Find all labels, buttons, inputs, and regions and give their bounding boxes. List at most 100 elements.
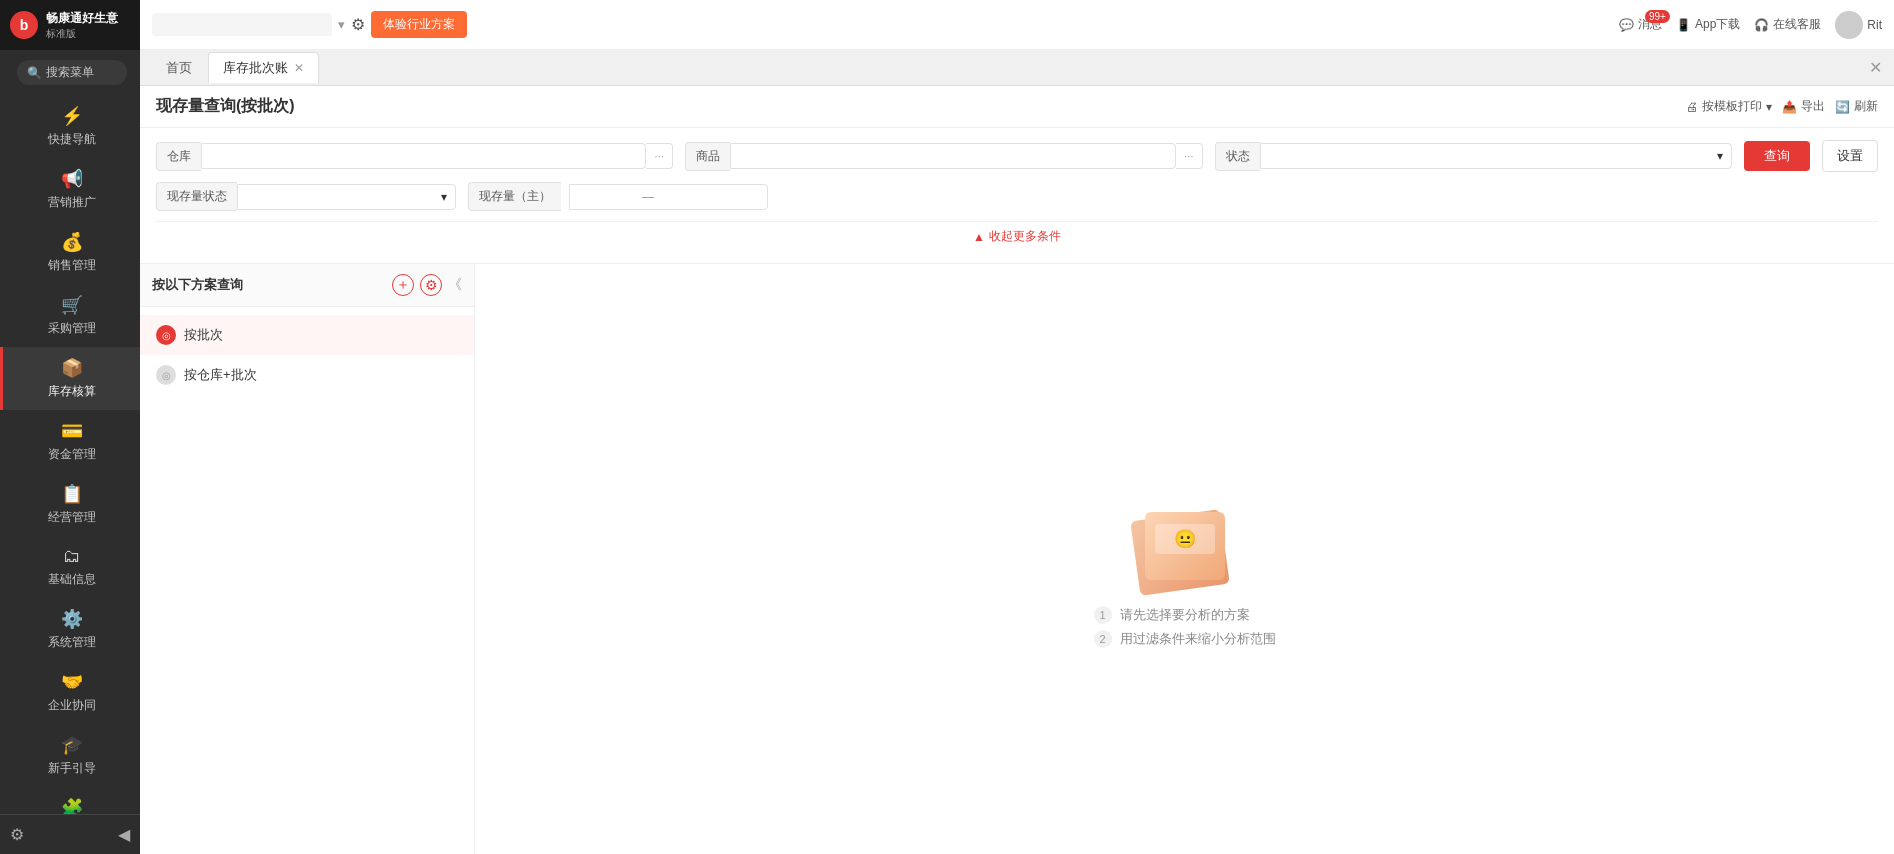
settings-button[interactable]: 设置 xyxy=(1822,140,1878,172)
topbar: ▾ ⚙ 体验行业方案 💬 消息 99+ 📱 App下载 🎧 在线客服 Rit xyxy=(140,0,1894,50)
sidebar-label-marketing: 营销推广 xyxy=(48,194,96,211)
sidebar-label-newguide: 新手引导 xyxy=(48,760,96,777)
sidebar-search[interactable]: 🔍 搜索菜单 xyxy=(0,50,140,95)
scheme-dot-warehouse-batch: ◎ xyxy=(156,365,176,385)
sidebar-item-enterprise[interactable]: 🤝 企业协同 xyxy=(0,661,140,724)
export-btn[interactable]: 📤 导出 xyxy=(1782,98,1825,115)
sidebar-item-sales[interactable]: 💰 销售管理 xyxy=(0,221,140,284)
warehouse-more-btn[interactable]: ··· xyxy=(646,143,673,169)
scheme-settings-btn[interactable]: ⚙ xyxy=(420,274,442,296)
product-filter-group: 商品 ··· xyxy=(685,142,1202,171)
filter-row-1: 仓库 ··· 商品 ··· xyxy=(156,140,1878,172)
sidebar-item-marketing[interactable]: 📢 营销推广 xyxy=(0,158,140,221)
topbar-search-text xyxy=(162,17,206,32)
export-icon: 📤 xyxy=(1782,100,1797,114)
qty-from-input[interactable] xyxy=(578,190,638,204)
product-label-text: 商品 xyxy=(696,148,720,165)
sidebar-item-system[interactable]: ⚙️ 系统管理 xyxy=(0,598,140,661)
sidebar-item-finance[interactable]: 💳 资金管理 xyxy=(0,410,140,473)
warehouse-label: 仓库 xyxy=(156,142,201,171)
collapse-label: 收起更多条件 xyxy=(989,228,1061,245)
system-icon: ⚙️ xyxy=(61,608,83,630)
print-btn[interactable]: 🖨 按模板打印 ▾ xyxy=(1686,98,1772,115)
warehouse-label-text: 仓库 xyxy=(167,148,191,165)
scheme-panel: 按以下方案查询 ＋ ⚙ 《 ◎ 按批次 ◎ xyxy=(140,264,475,854)
app-download-group[interactable]: 📱 App下载 xyxy=(1676,16,1740,33)
online-service-group[interactable]: 🎧 在线客服 xyxy=(1754,16,1821,33)
qty-input[interactable]: — xyxy=(569,184,768,210)
status-select[interactable]: ▾ xyxy=(1260,143,1732,169)
add-scheme-btn[interactable]: ＋ xyxy=(392,274,414,296)
status-label: 状态 xyxy=(1215,142,1260,171)
topbar-search-area[interactable] xyxy=(152,13,332,36)
sidebar-label-enterprise: 企业协同 xyxy=(48,697,96,714)
filter-area: 仓库 ··· 商品 ··· xyxy=(140,128,1894,264)
stock-status-label-text: 现存量状态 xyxy=(167,188,227,205)
collapse-filter-btn[interactable]: ▲ 收起更多条件 xyxy=(156,221,1878,251)
sidebar-item-shortcut[interactable]: ⚡ 快捷导航 xyxy=(0,95,140,158)
scheme-item-batch[interactable]: ◎ 按批次 xyxy=(140,315,474,355)
sidebar-item-newguide[interactable]: 🎓 新手引导 xyxy=(0,724,140,787)
sidebar-item-purchase[interactable]: 🛒 采购管理 xyxy=(0,284,140,347)
tab-inventory-batch[interactable]: 库存批次账 ✕ xyxy=(208,52,319,83)
collapse-icon: ▲ xyxy=(973,230,985,244)
product-input[interactable] xyxy=(730,143,1175,169)
main-wrapper: ▾ ⚙ 体验行业方案 💬 消息 99+ 📱 App下载 🎧 在线客服 Rit xyxy=(140,0,1894,854)
footer-settings-icon[interactable]: ⚙ xyxy=(10,825,24,844)
sidebar-label-purchase: 采购管理 xyxy=(48,320,96,337)
printer-icon: 🖨 xyxy=(1686,100,1698,114)
topbar-right: 💬 消息 99+ 📱 App下载 🎧 在线客服 Rit xyxy=(1619,11,1882,39)
warehouse-input[interactable] xyxy=(201,143,646,169)
content-area: 现存量查询(按批次) 🖨 按模板打印 ▾ 📤 导出 🔄 刷新 xyxy=(140,86,1894,854)
stock-status-select[interactable]: ▾ xyxy=(237,184,456,210)
tab-home[interactable]: 首页 xyxy=(152,53,206,83)
empty-box-front: 😐 xyxy=(1145,512,1225,580)
experience-btn[interactable]: 体验行业方案 xyxy=(371,11,467,38)
sidebar-item-inventory[interactable]: 📦 库存核算 xyxy=(0,347,140,410)
content-header: 现存量查询(按批次) 🖨 按模板打印 ▾ 📤 导出 🔄 刷新 xyxy=(140,86,1894,128)
stock-status-arrow-icon: ▾ xyxy=(441,190,447,204)
footer-collapse-icon[interactable]: ◀ xyxy=(118,825,130,844)
brand-title: 畅康通好生意 标准版 xyxy=(46,10,118,41)
basic-icon: 🗂 xyxy=(63,546,81,567)
refresh-btn[interactable]: 🔄 刷新 xyxy=(1835,98,1878,115)
scheme-collapse-btn[interactable]: 《 xyxy=(448,276,462,294)
qty-label-text: 现存量（主） xyxy=(479,188,551,205)
panel-close-btn[interactable]: ✕ xyxy=(1869,58,1882,77)
print-label: 按模板打印 xyxy=(1702,98,1762,115)
messages-group[interactable]: 💬 消息 99+ xyxy=(1619,16,1662,33)
sidebar-label-system: 系统管理 xyxy=(48,634,96,651)
product-more-btn[interactable]: ··· xyxy=(1176,143,1203,169)
export-label: 导出 xyxy=(1801,98,1825,115)
empty-illustration: 😐 xyxy=(1115,470,1255,590)
refresh-icon: 🔄 xyxy=(1835,100,1850,114)
sidebar-footer: ⚙ ◀ xyxy=(0,814,140,854)
operations-icon: 📋 xyxy=(61,483,83,505)
sidebar-label-finance: 资金管理 xyxy=(48,446,96,463)
tabbar: 首页 库存批次账 ✕ ✕ xyxy=(140,50,1894,86)
header-actions: 🖨 按模板打印 ▾ 📤 导出 🔄 刷新 xyxy=(1686,98,1878,115)
purchase-icon: 🛒 xyxy=(61,294,83,316)
sales-icon: 💰 xyxy=(61,231,83,253)
user-group[interactable]: Rit xyxy=(1835,11,1882,39)
sidebar-item-appcenter[interactable]: 🧩 应用中心 xyxy=(0,787,140,814)
search-bar[interactable]: 🔍 搜索菜单 xyxy=(17,60,127,85)
scheme-item-warehouse-batch[interactable]: ◎ 按仓库+批次 xyxy=(140,355,474,395)
topbar-settings-icon[interactable]: ⚙ xyxy=(351,15,365,34)
sidebar-item-operations[interactable]: 📋 经营管理 xyxy=(0,473,140,536)
query-button[interactable]: 查询 xyxy=(1744,141,1810,171)
search-label: 搜索菜单 xyxy=(46,64,94,81)
sidebar-label-inventory: 库存核算 xyxy=(48,383,96,400)
tab-close-icon[interactable]: ✕ xyxy=(294,61,304,75)
qty-filter-group: 现存量（主） — xyxy=(468,182,768,211)
qty-to-input[interactable] xyxy=(658,190,718,204)
sidebar-header: b 畅康通好生意 标准版 xyxy=(0,0,140,50)
result-area: 😐 1 请先选择要分析的方案 2 用过滤条件来缩小分析范围 xyxy=(475,264,1894,854)
empty-state: 😐 1 请先选择要分析的方案 2 用过滤条件来缩小分析范围 xyxy=(475,264,1894,854)
sidebar-item-basic[interactable]: 🗂 基础信息 xyxy=(0,536,140,598)
inventory-icon: 📦 xyxy=(61,357,83,379)
scheme-panel-title: 按以下方案查询 xyxy=(152,276,243,294)
status-arrow-icon: ▾ xyxy=(1717,149,1723,163)
topbar-chevron-icon[interactable]: ▾ xyxy=(338,17,345,32)
online-service-label: 在线客服 xyxy=(1773,16,1821,33)
